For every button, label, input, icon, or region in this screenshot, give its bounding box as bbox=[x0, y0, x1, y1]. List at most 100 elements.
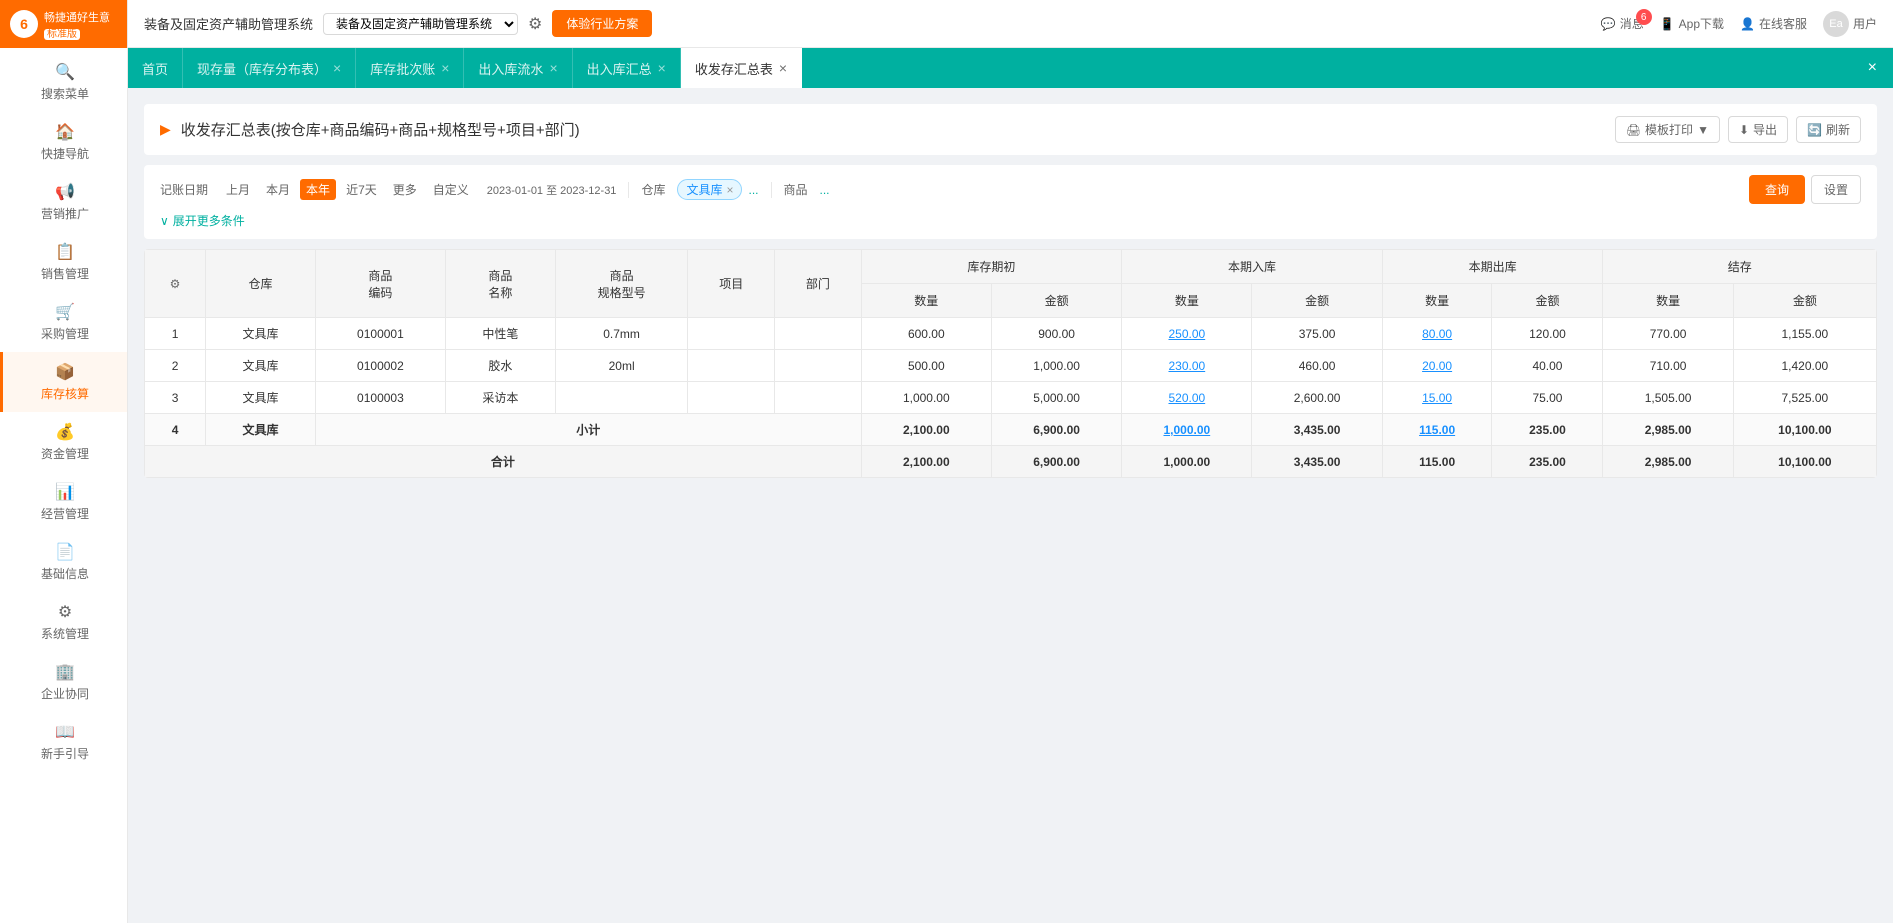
warehouse-tag[interactable]: 文具库 × bbox=[677, 179, 742, 200]
sidebar-item-basic-info[interactable]: 📄 基础信息 bbox=[0, 532, 127, 592]
tab-stock-dist[interactable]: 现存量（库存分布表） × bbox=[183, 48, 356, 88]
row-balance-amt: 7,525.00 bbox=[1733, 382, 1876, 414]
row-in-qty-link[interactable]: 520.00 bbox=[1122, 382, 1252, 414]
sidebar-item-marketing[interactable]: 📢 营销推广 bbox=[0, 172, 127, 232]
subtotal-in-qty[interactable]: 1,000.00 bbox=[1122, 414, 1252, 446]
row-out-qty-link[interactable]: 80.00 bbox=[1382, 318, 1492, 350]
row-balance-qty: 1,505.00 bbox=[1603, 382, 1733, 414]
page-header: ▶ 收发存汇总表(按仓库+商品编码+商品+规格型号+项目+部门) 🖨 模板打印 … bbox=[144, 104, 1877, 155]
app-download-action[interactable]: 📱 App下载 bbox=[1660, 15, 1724, 32]
main-content: 装备及固定资产辅助管理系统 装备及固定资产辅助管理系统 ⚙ 体验行业方案 💬 消… bbox=[128, 0, 1893, 923]
subtotal-opening-qty: 2,100.00 bbox=[861, 414, 991, 446]
tab-close-batch[interactable]: × bbox=[441, 60, 449, 76]
row-spec: 0.7mm bbox=[555, 318, 688, 350]
message-icon: 💬 bbox=[1601, 17, 1616, 31]
date-btn-7days[interactable]: 近7天 bbox=[340, 179, 383, 200]
subtotal-num: 4 bbox=[145, 414, 206, 446]
refresh-button[interactable]: 🔄 刷新 bbox=[1796, 116, 1861, 143]
tab-in-out-flow[interactable]: 出入库流水 × bbox=[464, 48, 572, 88]
date-btn-this-year[interactable]: 本年 bbox=[300, 179, 336, 200]
query-button[interactable]: 查询 bbox=[1749, 175, 1805, 204]
toggle-arrow-icon[interactable]: ▶ bbox=[160, 121, 171, 138]
online-service-action[interactable]: 👤 在线客服 bbox=[1740, 15, 1807, 32]
sidebar-item-system[interactable]: ⚙ 系统管理 bbox=[0, 592, 127, 652]
row-warehouse: 文具库 bbox=[206, 318, 316, 350]
basic-info-icon: 📄 bbox=[55, 542, 75, 562]
row-num: 1 bbox=[145, 318, 206, 350]
tab-close-stock-dist[interactable]: × bbox=[333, 60, 341, 76]
product-label: 商品 bbox=[784, 181, 808, 198]
home-icon: 🏠 bbox=[55, 122, 75, 142]
subtotal-row: 4 文具库 小计 2,100.00 6,900.00 1,000.00 3,43… bbox=[145, 414, 1877, 446]
guide-icon: 📖 bbox=[55, 722, 75, 742]
system-selector[interactable]: 装备及固定资产辅助管理系统 bbox=[323, 13, 518, 35]
total-in-qty: 1,000.00 bbox=[1122, 446, 1252, 478]
row-warehouse: 文具库 bbox=[206, 382, 316, 414]
out-group-header: 本期出库 bbox=[1382, 250, 1603, 284]
sidebar-item-quick-nav[interactable]: 🏠 快捷导航 bbox=[0, 112, 127, 172]
export-button[interactable]: ⬇ 导出 bbox=[1728, 116, 1788, 143]
row-in-qty-link[interactable]: 230.00 bbox=[1122, 350, 1252, 382]
row-name: 胶水 bbox=[446, 350, 556, 382]
tab-receive-summary[interactable]: 收发存汇总表 × bbox=[681, 48, 802, 88]
row-balance-amt: 1,155.00 bbox=[1733, 318, 1876, 350]
out-qty-header: 数量 bbox=[1382, 284, 1492, 318]
tab-in-out-summary[interactable]: 出入库汇总 × bbox=[573, 48, 681, 88]
row-name: 中性笔 bbox=[446, 318, 556, 350]
export-icon: ⬇ bbox=[1739, 123, 1749, 137]
date-btn-last-month[interactable]: 上月 bbox=[220, 179, 256, 200]
subtotal-label: 小计 bbox=[315, 414, 861, 446]
sidebar-item-search[interactable]: 🔍 搜索菜单 bbox=[0, 52, 127, 112]
row-dept bbox=[775, 350, 862, 382]
row-in-qty-link[interactable]: 250.00 bbox=[1122, 318, 1252, 350]
spec-column-header: 商品规格型号 bbox=[555, 250, 688, 318]
tab-home[interactable]: 首页 bbox=[128, 48, 183, 88]
expand-more[interactable]: ∨ 展开更多条件 bbox=[160, 212, 1861, 229]
sidebar-item-guide[interactable]: 📖 新手引导 bbox=[0, 712, 127, 772]
warehouse-column-header: 仓库 bbox=[206, 250, 316, 318]
row-dept bbox=[775, 382, 862, 414]
total-row: 合计 2,100.00 6,900.00 1,000.00 3,435.00 1… bbox=[145, 446, 1877, 478]
sidebar-item-purchase[interactable]: 🛒 采购管理 bbox=[0, 292, 127, 352]
gear-icon[interactable]: ⚙ bbox=[528, 14, 542, 34]
settings-column-header[interactable]: ⚙ bbox=[145, 250, 206, 318]
system-icon: ⚙ bbox=[58, 602, 72, 622]
experience-button[interactable]: 体验行业方案 bbox=[552, 10, 652, 37]
tab-batch[interactable]: 库存批次账 × bbox=[356, 48, 464, 88]
subtotal-out-qty[interactable]: 115.00 bbox=[1382, 414, 1492, 446]
settings-button[interactable]: 设置 bbox=[1811, 175, 1861, 204]
tab-close-in-out-flow[interactable]: × bbox=[549, 60, 557, 76]
message-action[interactable]: 💬 消息 6 bbox=[1601, 15, 1644, 32]
warehouse-tag-close[interactable]: × bbox=[726, 183, 733, 197]
row-opening-qty: 1,000.00 bbox=[861, 382, 991, 414]
tab-close-all-icon[interactable]: × bbox=[1852, 59, 1893, 77]
tab-close-in-out-summary[interactable]: × bbox=[658, 60, 666, 76]
row-out-qty-link[interactable]: 20.00 bbox=[1382, 350, 1492, 382]
row-balance-qty: 770.00 bbox=[1603, 318, 1733, 350]
refresh-icon: 🔄 bbox=[1807, 123, 1822, 137]
warehouse-more[interactable]: ... bbox=[748, 183, 758, 197]
user-profile[interactable]: Ea 用户 bbox=[1823, 11, 1877, 37]
marketing-icon: 📢 bbox=[55, 182, 75, 202]
page-actions: 🖨 模板打印 ▼ ⬇ 导出 🔄 刷新 bbox=[1615, 116, 1861, 143]
date-btn-this-month[interactable]: 本月 bbox=[260, 179, 296, 200]
total-opening-qty: 2,100.00 bbox=[861, 446, 991, 478]
logo-text: 畅捷通好生意 标准版 bbox=[44, 9, 110, 40]
row-num: 2 bbox=[145, 350, 206, 382]
product-more[interactable]: ... bbox=[820, 183, 830, 197]
tab-bar: 首页 现存量（库存分布表） × 库存批次账 × 出入库流水 × 出入库汇总 × … bbox=[128, 48, 1893, 88]
row-out-qty-link[interactable]: 15.00 bbox=[1382, 382, 1492, 414]
sidebar-item-sales[interactable]: 📋 销售管理 bbox=[0, 232, 127, 292]
row-in-amt: 2,600.00 bbox=[1252, 382, 1382, 414]
date-btn-custom[interactable]: 自定义 bbox=[427, 179, 475, 200]
sidebar-item-operations[interactable]: 📊 经营管理 bbox=[0, 472, 127, 532]
header-left: 装备及固定资产辅助管理系统 装备及固定资产辅助管理系统 ⚙ 体验行业方案 bbox=[144, 10, 652, 37]
dept-column-header: 部门 bbox=[775, 250, 862, 318]
tab-close-receive-summary[interactable]: × bbox=[779, 60, 787, 76]
date-btn-more[interactable]: 更多 bbox=[387, 179, 423, 200]
sidebar-item-enterprise[interactable]: 🏢 企业协同 bbox=[0, 652, 127, 712]
date-buttons: 上月 本月 本年 近7天 更多 自定义 bbox=[220, 179, 475, 200]
sidebar-item-inventory[interactable]: 📦 库存核算 bbox=[0, 352, 127, 412]
print-button[interactable]: 🖨 模板打印 ▼ bbox=[1615, 116, 1720, 143]
sidebar-item-finance[interactable]: 💰 资金管理 bbox=[0, 412, 127, 472]
